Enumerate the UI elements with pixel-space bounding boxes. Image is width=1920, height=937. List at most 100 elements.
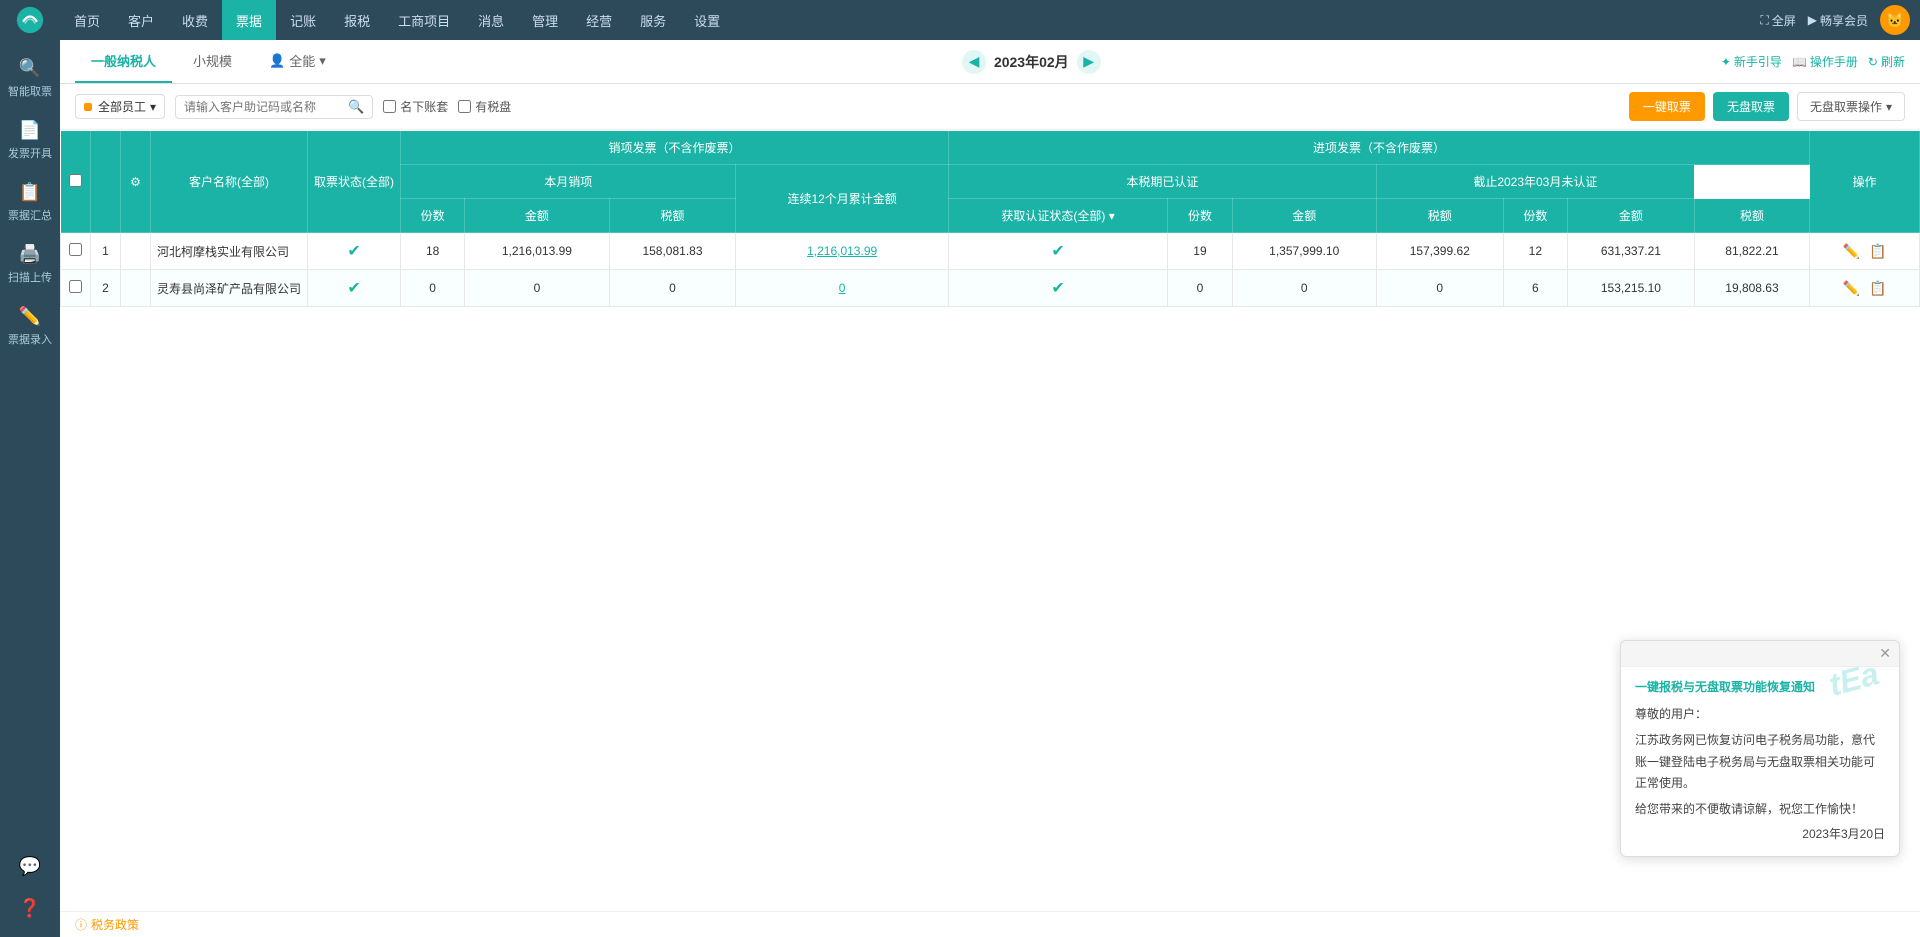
select-all-checkbox[interactable] bbox=[69, 174, 82, 187]
checkbox-account[interactable]: 名下账套 bbox=[383, 98, 448, 115]
logo bbox=[10, 0, 50, 40]
row-cumulative[interactable]: 1,216,013.99 bbox=[736, 233, 948, 270]
nav-manage[interactable]: 管理 bbox=[518, 0, 572, 40]
row-monthly-count: 0 bbox=[401, 270, 465, 307]
copy-icon[interactable]: 📋 bbox=[1869, 280, 1886, 296]
summary-icon: 📋 bbox=[19, 182, 41, 203]
row-certified-status: ✔ bbox=[948, 233, 1167, 270]
avatar[interactable]: 🐱 bbox=[1880, 5, 1910, 35]
col-monthly-tax: 税额 bbox=[609, 199, 736, 233]
search-icon[interactable]: 🔍 bbox=[348, 99, 364, 115]
notification-body-text: 江苏政务网已恢复访问电子税务局功能，意代账一键登陆电子税务局与无盘取票相关功能可… bbox=[1635, 730, 1885, 795]
checkbox-taxdisk-label: 有税盘 bbox=[475, 98, 511, 115]
col-group-sales: 销项发票（不含作废票） bbox=[401, 131, 949, 165]
edit-icon[interactable]: ✏️ bbox=[1842, 243, 1859, 259]
nav-settings[interactable]: 设置 bbox=[680, 0, 734, 40]
member-button[interactable]: ▶ 畅享会员 bbox=[1808, 12, 1868, 29]
nav-items: 首页 客户 收费 票据 记账 报税 工商项目 消息 管理 经营 服务 设置 bbox=[60, 0, 1760, 40]
search-input[interactable] bbox=[184, 100, 344, 114]
prev-period-button[interactable]: ◀ bbox=[962, 50, 986, 74]
tab-small-scale[interactable]: 小规模 bbox=[177, 40, 248, 83]
notification-close-button[interactable]: ✕ bbox=[1879, 645, 1891, 662]
sidebar-item-smart-fetch[interactable]: 🔍 智能取票 bbox=[4, 50, 56, 107]
top-nav: 首页 客户 收费 票据 记账 报税 工商项目 消息 管理 经营 服务 设置 ⛶ … bbox=[0, 0, 1920, 40]
sidebar-item-label-smart-fetch: 智能取票 bbox=[8, 83, 52, 99]
row-certified-amount: 1,357,999.10 bbox=[1232, 233, 1376, 270]
entry-icon: ✏️ bbox=[19, 306, 41, 327]
table-row: 2 灵寿县尚泽矿产品有限公司 ✔ 0 0 0 0 ✔ 0 0 0 6 153,2… bbox=[61, 270, 1920, 307]
all-tab-label: 全能 bbox=[289, 51, 315, 70]
sidebar: 🔍 智能取票 📄 发票开具 📋 票据汇总 🖨️ 扫描上传 ✏️ 票据录入 💬 ❓ bbox=[0, 40, 60, 937]
nav-operation[interactable]: 经营 bbox=[572, 0, 626, 40]
nav-accounting[interactable]: 记账 bbox=[276, 0, 330, 40]
row-uncertified-count: 6 bbox=[1503, 270, 1567, 307]
row-certified-count: 19 bbox=[1168, 233, 1232, 270]
refresh-icon: ↻ bbox=[1868, 55, 1878, 69]
checkbox-taxdisk-input[interactable] bbox=[458, 100, 471, 113]
nav-customer[interactable]: 客户 bbox=[114, 0, 168, 40]
employee-label: 全部员工 bbox=[98, 98, 146, 115]
nav-right: ⛶ 全屏 ▶ 畅享会员 🐱 bbox=[1760, 5, 1910, 35]
nav-service[interactable]: 服务 bbox=[626, 0, 680, 40]
row-action: ✏️ 📋 bbox=[1810, 233, 1920, 270]
nav-home[interactable]: 首页 bbox=[60, 0, 114, 40]
row-cumulative[interactable]: 0 bbox=[736, 270, 948, 307]
employee-select[interactable]: 全部员工 ▾ bbox=[75, 94, 165, 119]
edit-icon[interactable]: ✏️ bbox=[1842, 280, 1859, 296]
smart-fetch-icon: 🔍 bbox=[19, 58, 41, 79]
sidebar-bottom: 💬 ❓ bbox=[4, 848, 56, 937]
row-uncertified-tax: 81,822.21 bbox=[1694, 233, 1809, 270]
col-fetch-status: 取票状态(全部) bbox=[308, 131, 401, 233]
checkbox-account-input[interactable] bbox=[383, 100, 396, 113]
col-monthly-amount: 金额 bbox=[465, 199, 609, 233]
no-disk-ops-button[interactable]: 无盘取票操作 ▾ bbox=[1797, 92, 1905, 121]
tax-policy-link[interactable]: 税务政策 bbox=[91, 916, 139, 933]
sidebar-item-summary[interactable]: 📋 票据汇总 bbox=[4, 174, 56, 231]
row-checkbox[interactable] bbox=[61, 233, 91, 270]
row-uncertified-amount: 153,215.10 bbox=[1567, 270, 1694, 307]
no-disk-fetch-button[interactable]: 无盘取票 bbox=[1713, 92, 1789, 121]
fullscreen-button[interactable]: ⛶ 全屏 bbox=[1760, 12, 1795, 29]
row-settings bbox=[121, 270, 151, 307]
row-index: 2 bbox=[91, 270, 121, 307]
no-disk-ops-label: 无盘取票操作 bbox=[1810, 98, 1882, 115]
sidebar-help[interactable]: ❓ bbox=[4, 890, 56, 927]
row-uncertified-tax: 19,808.63 bbox=[1694, 270, 1809, 307]
row-monthly-count: 18 bbox=[401, 233, 465, 270]
checkbox-taxdisk[interactable]: 有税盘 bbox=[458, 98, 511, 115]
chat-icon: 💬 bbox=[19, 856, 41, 877]
nav-business[interactable]: 工商项目 bbox=[384, 0, 464, 40]
checkbox-account-label: 名下账套 bbox=[400, 98, 448, 115]
col-action: 操作 bbox=[1810, 131, 1920, 233]
guide-icon: ✦ bbox=[1721, 55, 1731, 69]
nav-tax[interactable]: 报税 bbox=[330, 0, 384, 40]
refresh-button[interactable]: ↻ 刷新 bbox=[1868, 53, 1905, 70]
sidebar-item-invoice-open[interactable]: 📄 发票开具 bbox=[4, 112, 56, 169]
row-monthly-tax: 158,081.83 bbox=[609, 233, 736, 270]
refresh-label: 刷新 bbox=[1881, 53, 1905, 70]
nav-invoice[interactable]: 票据 bbox=[222, 0, 276, 40]
table-row: 1 河北柯摩栈实业有限公司 ✔ 18 1,216,013.99 158,081.… bbox=[61, 233, 1920, 270]
row-monthly-tax: 0 bbox=[609, 270, 736, 307]
col-index bbox=[91, 131, 121, 233]
sidebar-chat[interactable]: 💬 bbox=[4, 848, 56, 885]
nav-message[interactable]: 消息 bbox=[464, 0, 518, 40]
invoice-open-icon: 📄 bbox=[19, 120, 41, 141]
row-checkbox[interactable] bbox=[61, 270, 91, 307]
sidebar-item-entry[interactable]: ✏️ 票据录入 bbox=[4, 298, 56, 355]
tab-all[interactable]: 👤 全能 ▾ bbox=[253, 40, 342, 83]
next-period-button[interactable]: ▶ bbox=[1077, 50, 1101, 74]
copy-icon[interactable]: 📋 bbox=[1869, 243, 1886, 259]
row-certified-status: ✔ bbox=[948, 270, 1167, 307]
guide-label: 新手引导 bbox=[1734, 53, 1782, 70]
nav-fee[interactable]: 收费 bbox=[168, 0, 222, 40]
filter-icon[interactable]: ▾ bbox=[1109, 209, 1115, 223]
one-click-fetch-button[interactable]: 一键取票 bbox=[1629, 92, 1705, 121]
manual-button[interactable]: 📖 操作手册 bbox=[1792, 53, 1858, 70]
sidebar-item-scan[interactable]: 🖨️ 扫描上传 bbox=[4, 236, 56, 293]
notification-date: 2023年3月20日 bbox=[1635, 824, 1885, 846]
all-tab-icon: 👤 bbox=[269, 53, 285, 69]
guide-button[interactable]: ✦ 新手引导 bbox=[1721, 53, 1782, 70]
tab-general-taxpayer[interactable]: 一般纳税人 bbox=[75, 40, 172, 83]
notification-popup: tEa ✕ 一键报税与无盘取票功能恢复通知 尊敬的用户： 江苏政务网已恢复访问电… bbox=[1620, 640, 1900, 857]
